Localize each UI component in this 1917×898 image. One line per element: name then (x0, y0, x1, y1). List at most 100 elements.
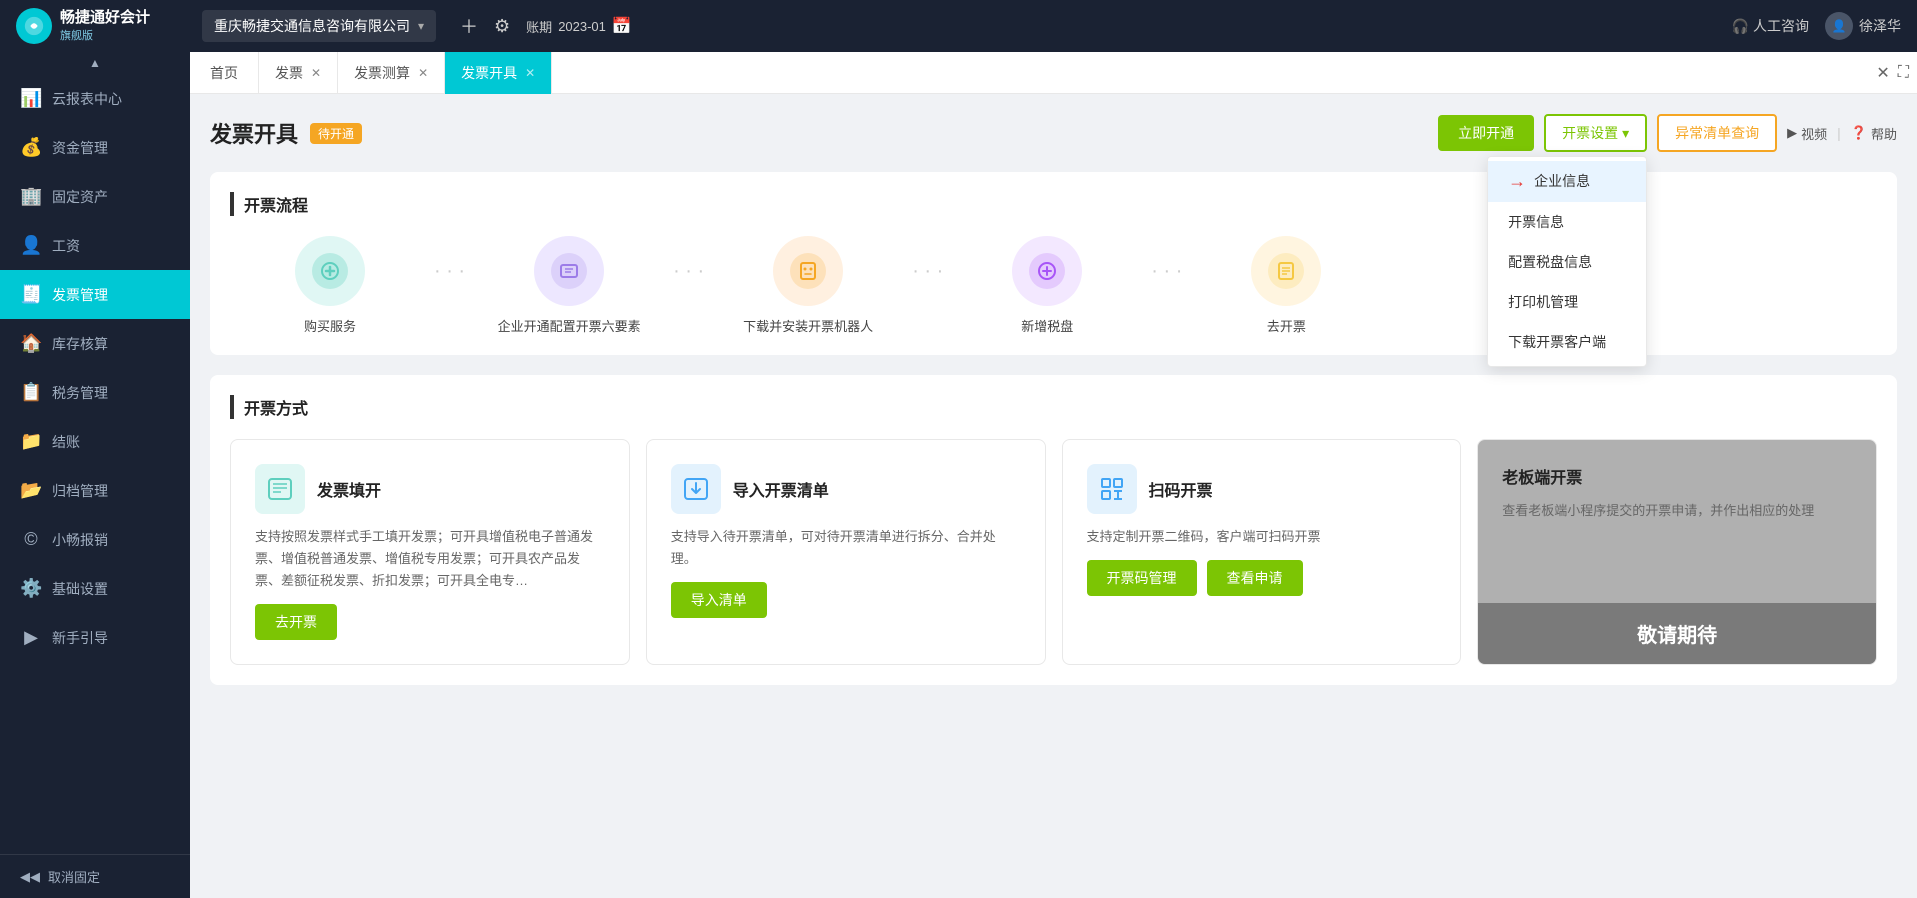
calendar-icon[interactable]: 📅 (612, 16, 632, 36)
fixed-assets-icon: 🏢 (20, 186, 42, 207)
scan-card-icon (1087, 464, 1137, 514)
abnormal-list-button[interactable]: 异常清单查询 (1657, 114, 1777, 152)
settings-dropdown: → 企业信息 开票信息 配置税盘信息 打印机管理 (1487, 156, 1647, 367)
payment-card-manual-header: 发票填开 (255, 464, 605, 514)
dropdown-tax-config[interactable]: 配置税盘信息 (1488, 242, 1646, 282)
sidebar-item-fund[interactable]: 💰 资金管理 (0, 123, 190, 172)
import-card-desc: 支持导入待开票清单，可对待开票清单进行拆分、合并处理。 (671, 526, 1021, 570)
settings-button[interactable]: 开票设置 ▾ (1544, 114, 1647, 152)
tab-end-buttons: ✕ ⛶ (1868, 63, 1917, 83)
scan-card-btn1[interactable]: 开票码管理 (1087, 560, 1197, 596)
sidebar-item-expense[interactable]: © 小畅报销 (0, 515, 190, 564)
flow-step-buy-service: 购买服务 (230, 236, 430, 335)
tab-invoice-calc-close[interactable]: ✕ (418, 66, 428, 80)
user-name: 徐泽华 (1859, 16, 1901, 36)
import-card-btn[interactable]: 导入清单 (671, 582, 767, 618)
inventory-icon: 🏠 (20, 333, 42, 354)
help-label: 帮助 (1871, 124, 1897, 143)
content-area: 首页 发票 ✕ 发票测算 ✕ 发票开具 ✕ ✕ ⛶ (190, 52, 1917, 898)
connector-4: · · · (1151, 260, 1182, 283)
red-arrow-icon: → (1508, 171, 1526, 192)
period-text: 账期 (526, 17, 552, 36)
activate-button[interactable]: 立即开通 (1438, 115, 1534, 151)
sidebar-item-cloud-report[interactable]: 📊 云报表中心 (0, 74, 190, 123)
dropdown-printer[interactable]: 打印机管理 (1488, 282, 1646, 322)
tab-bar: 首页 发票 ✕ 发票测算 ✕ 发票开具 ✕ ✕ ⛶ (190, 52, 1917, 94)
sidebar-item-archive[interactable]: 📂 归档管理 (0, 466, 190, 515)
app-container: 畅捷通好会计 旗舰版 重庆畅捷交通信息咨询有限公司 ▾ ＋ ⚙ 账期 2023-… (0, 0, 1917, 898)
buy-service-label: 购买服务 (304, 316, 356, 335)
dropdown-printer-label: 打印机管理 (1508, 292, 1578, 312)
logo-title: 畅捷通好会计 (60, 9, 150, 27)
boss-overlay-text: 敬请期待 (1637, 625, 1717, 647)
chevron-down-icon: ▾ (418, 19, 424, 33)
sidebar-item-label-fund: 资金管理 (52, 138, 108, 158)
sidebar-item-label-salary: 工资 (52, 236, 80, 256)
tab-invoice-open-label: 发票开具 (461, 63, 517, 83)
tab-home-label: 首页 (210, 63, 238, 83)
payment-methods-title: 开票方式 (230, 395, 1877, 419)
sidebar-item-base-settings[interactable]: ⚙️ 基础设置 (0, 564, 190, 613)
scan-card-btn2[interactable]: 查看申请 (1207, 560, 1303, 596)
manual-card-icon (255, 464, 305, 514)
sidebar-item-invoice[interactable]: 🧾 发票管理 (0, 270, 190, 319)
settings-button-wrapper: 开票设置 ▾ → 企业信息 开票信息 (1544, 114, 1647, 152)
headset-icon: 🎧 (1732, 18, 1749, 35)
open-invoice-icon (1251, 236, 1321, 306)
download-robot-label: 下载并安装开票机器人 (743, 316, 873, 335)
consult-button[interactable]: 🎧 人工咨询 (1732, 16, 1809, 36)
sidebar-item-tax[interactable]: 📋 税务管理 (0, 368, 190, 417)
page-content: 发票开具 待开通 立即开通 开票设置 ▾ (190, 94, 1917, 898)
tab-invoice-open-close[interactable]: ✕ (525, 66, 535, 80)
payment-card-boss: 老板端开票 查看老板端小程序提交的开票申请，并作出相应的处理 敬请期待 (1477, 439, 1877, 665)
dropdown-download-client[interactable]: 下载开票客户端 (1488, 322, 1646, 362)
archive-icon: 📂 (20, 480, 42, 501)
help-button[interactable]: ❓ 帮助 (1851, 124, 1897, 143)
sidebar-item-label-invoice: 发票管理 (52, 285, 108, 305)
sidebar-scroll: 📊 云报表中心 💰 资金管理 🏢 固定资产 👤 工资 🧾 发票管理 (0, 74, 190, 854)
dropdown-invoice-info[interactable]: 开票信息 (1488, 202, 1646, 242)
dropdown-company-info-label: 企业信息 (1534, 171, 1590, 191)
divider: | (1837, 125, 1841, 141)
header-actions: 立即开通 开票设置 ▾ → 企业信息 (1438, 114, 1897, 152)
company-selector[interactable]: 重庆畅捷交通信息咨询有限公司 ▾ (202, 10, 436, 42)
top-right-area: 🎧 人工咨询 👤 徐泽华 (1732, 12, 1901, 40)
payment-card-manual: 发票填开 支持按照发票样式手工填开发票；可开具增值税电子普通发票、增值税普通发票… (230, 439, 630, 665)
sidebar-item-label-base-settings: 基础设置 (52, 579, 108, 599)
add-taxdisk-icon (1012, 236, 1082, 306)
user-area[interactable]: 👤 徐泽华 (1825, 12, 1901, 40)
sidebar-item-guide[interactable]: ▶ 新手引导 (0, 613, 190, 662)
tab-close-all-button[interactable]: ✕ (1876, 63, 1889, 83)
tab-invoice[interactable]: 发票 ✕ (259, 52, 338, 94)
tab-invoice-open[interactable]: 发票开具 ✕ (445, 52, 552, 94)
connector-2: · · · (673, 260, 704, 283)
tab-maximize-button[interactable]: ⛶ (1898, 64, 1909, 82)
main-area: ▲ 📊 云报表中心 💰 资金管理 🏢 固定资产 👤 工资 (0, 52, 1917, 898)
sidebar-item-salary[interactable]: 👤 工资 (0, 221, 190, 270)
dropdown-company-info[interactable]: → 企业信息 (1488, 161, 1646, 202)
video-button[interactable]: ▶ 视频 (1787, 124, 1827, 143)
flow-step-download-robot: 下载并安装开票机器人 (708, 236, 908, 335)
tab-invoice-calc[interactable]: 发票测算 ✕ (338, 52, 445, 94)
sidebar-item-fixed-assets[interactable]: 🏢 固定资产 (0, 172, 190, 221)
top-actions: ＋ ⚙ (460, 13, 510, 39)
tab-invoice-calc-label: 发票测算 (354, 63, 410, 83)
salary-icon: 👤 (20, 235, 42, 256)
guide-icon: ▶ (20, 627, 42, 648)
sidebar-item-inventory[interactable]: 🏠 库存核算 (0, 319, 190, 368)
cancel-fixed-button[interactable]: ◀◀ 取消固定 (0, 855, 190, 898)
period-value: 2023-01 (558, 19, 606, 34)
buy-service-icon (295, 236, 365, 306)
settings-gear-icon[interactable]: ⚙ (494, 16, 510, 37)
manual-card-btn[interactable]: 去开票 (255, 604, 337, 640)
page-header: 发票开具 待开通 立即开通 开票设置 ▾ (210, 114, 1897, 152)
fund-icon: 💰 (20, 137, 42, 158)
tab-invoice-close[interactable]: ✕ (311, 66, 321, 80)
logo-subtitle: 旗舰版 (60, 27, 150, 43)
add-button[interactable]: ＋ (460, 13, 478, 39)
flow-step-open-invoice: 去开票 (1186, 236, 1386, 335)
tab-home[interactable]: 首页 (190, 52, 259, 94)
expense-icon: © (20, 529, 42, 550)
sidebar-item-settlement[interactable]: 📁 结账 (0, 417, 190, 466)
payment-card-import-header: 导入开票清单 (671, 464, 1021, 514)
